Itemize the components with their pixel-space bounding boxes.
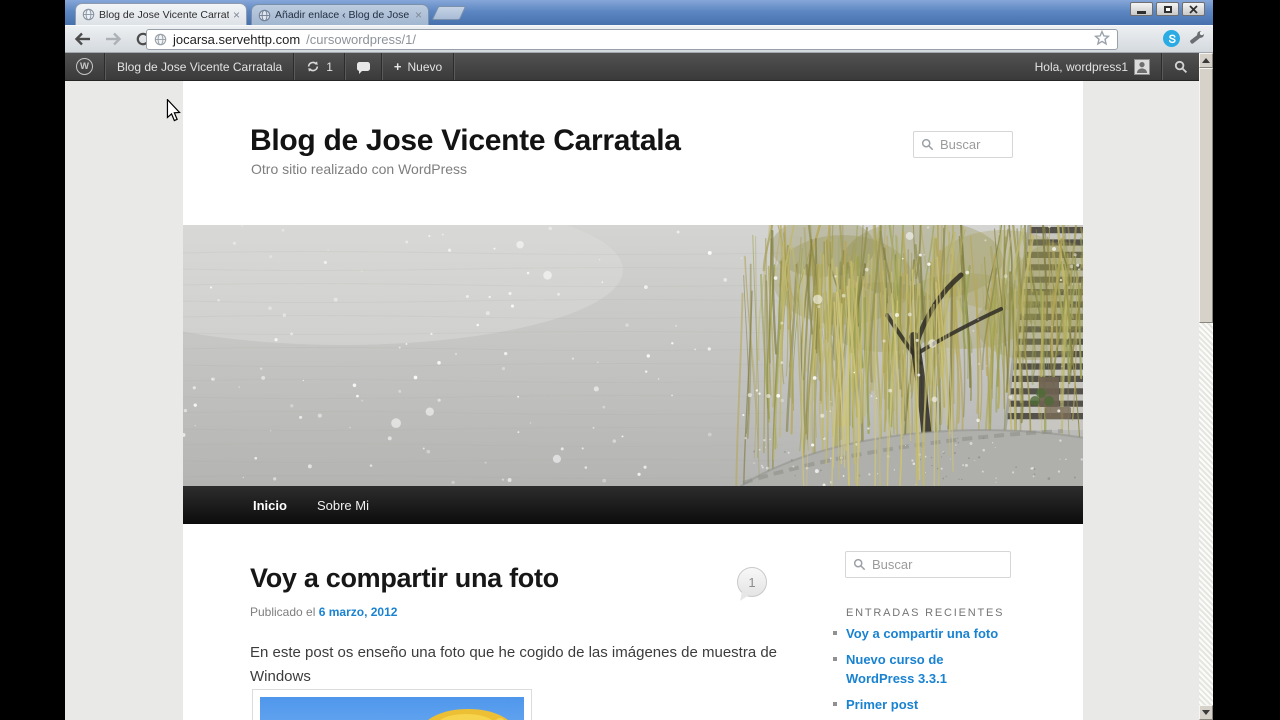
restore-button[interactable] (1156, 2, 1179, 16)
recent-entry-link[interactable]: Nuevo curso de WordPress 3.3.1 (846, 652, 947, 686)
nav-item-inicio[interactable]: Inicio (253, 498, 287, 513)
page-viewport: W Blog de Jose Vicente Carratala 1 + Nue… (65, 53, 1199, 720)
adminbar-separator (453, 53, 456, 80)
titlebar: Blog de Jose Vicente Carratala × Añadir … (65, 0, 1213, 25)
windows-sample-photo (260, 697, 524, 720)
window-controls (1130, 2, 1205, 16)
wrench-icon[interactable] (1188, 30, 1205, 47)
recent-entries-list: Voy a compartir una foto Nuevo curso de … (833, 624, 1015, 720)
attachment-image-frame[interactable] (252, 689, 532, 720)
page-scrollbar[interactable] (1199, 53, 1213, 720)
browser-window: Blog de Jose Vicente Carratala × Añadir … (65, 0, 1213, 720)
restore-icon (1163, 5, 1172, 13)
post-meta: Publicado el 6 marzo, 2012 (250, 605, 397, 619)
back-icon (74, 32, 90, 46)
adminbar-site-name[interactable]: Blog de Jose Vicente Carratala (106, 53, 293, 80)
new-tab-button[interactable] (431, 6, 467, 20)
site-tagline: Otro sitio realizado con WordPress (251, 161, 468, 177)
header-search-input[interactable] (940, 137, 1005, 152)
comment-count-bubble[interactable]: 1 (737, 567, 767, 597)
plus-icon: + (393, 59, 402, 74)
adminbar-search[interactable] (1163, 53, 1199, 80)
close-icon (1189, 4, 1198, 14)
minimize-icon (1137, 10, 1146, 14)
url-path: /cursowordpress/1/ (306, 32, 416, 47)
adminbar-account-menu[interactable]: Hola, wordpress1 (1024, 53, 1161, 80)
toolbar-extensions (1163, 30, 1205, 47)
recent-entry-link[interactable]: Voy a compartir una foto (846, 626, 998, 641)
scroll-down-button[interactable] (1199, 705, 1213, 720)
recent-entries-title: ENTRADAS RECIENTES (846, 607, 1005, 619)
screen: { "window": { "tabs": [ { "label": "Blog… (0, 0, 1280, 720)
search-icon (921, 138, 934, 151)
tab-close-icon[interactable]: × (415, 9, 422, 21)
adminbar-new-menu[interactable]: + Nuevo (383, 53, 453, 80)
back-button[interactable] (71, 28, 95, 50)
tab-close-icon[interactable]: × (233, 9, 240, 21)
sidebar-search-input[interactable] (872, 557, 1003, 572)
wp-admin-bar: W Blog de Jose Vicente Carratala 1 + Nue… (65, 53, 1199, 81)
post-body-text: En este post os enseño una foto que he c… (250, 644, 778, 685)
adminbar-right: Hola, wordpress1 (1024, 53, 1199, 80)
tab-title: Añadir enlace ‹ Blog de Jose Vi (275, 9, 411, 21)
wp-logo-menu[interactable]: W (65, 53, 104, 80)
comments-bubble-icon (356, 62, 370, 74)
forward-button[interactable] (101, 28, 125, 50)
browser-toolbar: jocarsa.servehttp.com/cursowordpress/1/ (65, 25, 1213, 53)
globe-favicon (82, 8, 95, 21)
adminbar-comments[interactable] (346, 53, 381, 80)
scroll-up-button[interactable] (1199, 53, 1213, 68)
list-item: Nuevo curso de WordPress 3.3.1 (833, 650, 1009, 688)
updates-icon (308, 61, 319, 72)
header-search (913, 131, 1013, 158)
sidebar-search (845, 551, 1011, 578)
adminbar-updates[interactable]: 1 (295, 53, 344, 80)
site-name-label: Blog de Jose Vicente Carratala (117, 59, 283, 74)
tab-anadir-enlace[interactable]: Añadir enlace ‹ Blog de Jose Vi × (251, 4, 429, 25)
header-image (183, 225, 1083, 486)
list-item: Primer post (833, 695, 1009, 714)
forward-icon (106, 32, 122, 46)
mouse-cursor (166, 98, 181, 127)
site-page: Blog de Jose Vicente Carratala Otro siti… (183, 81, 1083, 720)
avatar (1134, 58, 1150, 75)
tab-title: Blog de Jose Vicente Carratala (99, 8, 229, 21)
triangle-down-icon (1202, 710, 1210, 719)
triangle-up-icon (1202, 54, 1210, 63)
nav-item-sobre-mi[interactable]: Sobre Mi (317, 498, 369, 513)
tab-blog[interactable]: Blog de Jose Vicente Carratala × (75, 3, 247, 25)
recent-entry-link[interactable]: Primer post (846, 697, 918, 712)
wordpress-logo-icon: W (76, 58, 93, 75)
greeting-label: Hola, wordpress1 (1034, 59, 1128, 74)
post-title-link[interactable]: Voy a compartir una foto (250, 563, 559, 594)
post-date-link[interactable]: 6 marzo, 2012 (319, 605, 398, 619)
update-count: 1 (326, 59, 333, 74)
close-button[interactable] (1182, 2, 1205, 16)
site-globe-icon (154, 33, 167, 46)
new-label: Nuevo (407, 59, 443, 74)
minimize-button[interactable] (1130, 2, 1153, 16)
search-icon (853, 558, 866, 571)
search-icon (1174, 60, 1188, 73)
scrollbar-thumb[interactable] (1199, 68, 1213, 323)
url-host: jocarsa.servehttp.com (173, 32, 301, 47)
bookmark-star-icon[interactable] (1093, 29, 1111, 49)
site-title-link[interactable]: Blog de Jose Vicente Carratala (250, 124, 681, 158)
winter-willow-photo (183, 225, 1083, 486)
meta-prefix: Publicado el (250, 605, 316, 619)
list-item: Voy a compartir una foto (833, 624, 1009, 643)
skype-extension-icon[interactable] (1163, 30, 1180, 47)
globe-favicon (258, 9, 271, 21)
address-bar[interactable]: jocarsa.servehttp.com/cursowordpress/1/ (146, 29, 1118, 50)
main-navigation: Inicio Sobre Mi (183, 486, 1083, 524)
